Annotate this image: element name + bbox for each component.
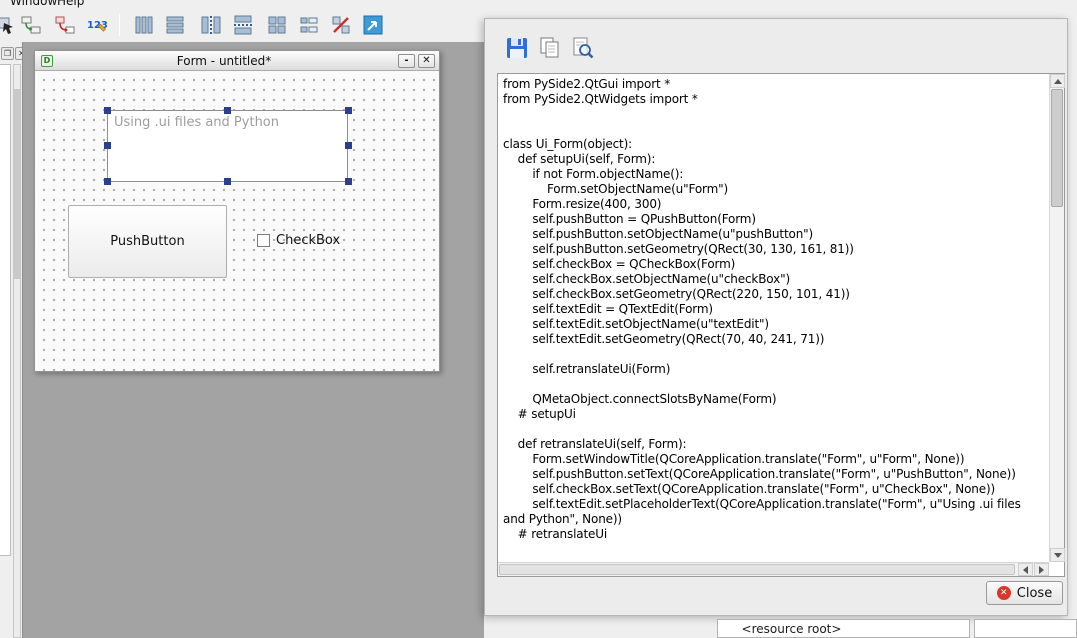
code-view[interactable]: from PySide2.QtGui import *from PySide2.… (497, 73, 1065, 577)
code-horizontal-scrollbar[interactable] (498, 562, 1049, 576)
adjust-size-icon[interactable] (360, 12, 386, 38)
code-line (503, 377, 1047, 392)
code-line (503, 107, 1047, 122)
close-red-icon: ✕ (997, 586, 1011, 600)
code-line: self.textEdit.setPlaceholderText(QCoreAp… (503, 497, 1047, 512)
code-line: and Python", None)) (503, 512, 1047, 527)
resource-browser-panel[interactable]: <resource root> (717, 619, 970, 638)
code-line: from PySide2.QtGui import * (503, 77, 1047, 92)
close-button[interactable]: ✕ Close (986, 581, 1063, 605)
checkbox-label: CheckBox (276, 233, 340, 248)
code-line: Form.setWindowTitle(QCoreApplication.tra… (503, 452, 1047, 467)
form-canvas[interactable]: Using .ui files and Python PushButton Ch… (35, 71, 439, 371)
resource-preview-panel (974, 619, 1077, 638)
pushbutton-label: PushButton (110, 234, 184, 249)
layout-form-icon[interactable] (296, 12, 322, 38)
code-line: self.textEdit.setObjectName(u"textEdit") (503, 317, 1047, 332)
selection-handle[interactable] (345, 142, 352, 149)
edit-buddies-icon[interactable] (52, 12, 78, 38)
layout-horizontal-icon[interactable] (131, 12, 157, 38)
scroll-up-icon[interactable] (1050, 74, 1065, 88)
selection-handle[interactable] (345, 107, 352, 114)
break-layout-icon[interactable] (328, 12, 354, 38)
copy-icon[interactable] (537, 35, 563, 61)
selection-handle[interactable] (104, 178, 111, 185)
scrollbar-thumb[interactable] (499, 564, 1015, 575)
toolbar-separator (119, 14, 120, 36)
mdi-area: D Form - untitled* - ✕ Using .ui files a… (22, 42, 484, 638)
qt-designer-window: Window Help 123 (0, 0, 1077, 638)
pushbutton-widget[interactable]: PushButton (68, 205, 227, 278)
main-toolbar: 123 (0, 9, 484, 42)
code-content[interactable]: from PySide2.QtGui import *from PySide2.… (498, 74, 1049, 562)
form-editor-window[interactable]: D Form - untitled* - ✕ Using .ui files a… (34, 50, 440, 372)
code-line: Form.resize(400, 300) (503, 197, 1047, 212)
code-line: self.checkBox.setObjectName(u"checkBox") (503, 272, 1047, 287)
form-window-icon: D (41, 55, 53, 67)
selection-handle[interactable] (345, 178, 352, 185)
code-line: self.checkBox.setGeometry(QRect(220, 150… (503, 287, 1047, 302)
close-button-label: Close (1017, 586, 1052, 601)
edit-tab-order-icon[interactable]: 123 (84, 12, 110, 38)
edit-widgets-icon[interactable] (0, 12, 17, 38)
code-vertical-scrollbar[interactable] (1049, 74, 1064, 562)
menu-help[interactable]: Help (57, 0, 84, 8)
form-window-title: Form - untitled* (53, 54, 395, 68)
code-line: class Ui_Form(object): (503, 137, 1047, 152)
form-close-button[interactable]: ✕ (418, 54, 435, 68)
scroll-right-icon[interactable] (1034, 563, 1049, 576)
dock-float-button[interactable]: ❐ (1, 47, 14, 60)
layout-horizontal-splitter-icon[interactable] (198, 12, 224, 38)
code-line (503, 347, 1047, 362)
code-line: self.retranslateUi(Form) (503, 362, 1047, 377)
code-line: self.textEdit = QTextEdit(Form) (503, 302, 1047, 317)
checkbox-indicator[interactable] (257, 234, 270, 247)
menu-bar: Window Help (0, 0, 1077, 9)
menu-window[interactable]: Window (10, 0, 57, 8)
edit-signals-slots-icon[interactable] (18, 12, 44, 38)
find-icon[interactable] (570, 35, 596, 61)
textedit-placeholder: Using .ui files and Python (114, 115, 279, 130)
code-line: def setupUi(self, Form): (503, 152, 1047, 167)
code-line: self.checkBox.setText(QCoreApplication.t… (503, 482, 1047, 497)
layout-grid-icon[interactable] (264, 12, 290, 38)
scrollbar-thumb[interactable] (14, 89, 20, 279)
scroll-left-icon[interactable] (1018, 563, 1033, 576)
code-line: self.pushButton.setGeometry(QRect(30, 13… (503, 242, 1047, 257)
code-line: QMetaObject.connectSlotsByName(Form) (503, 392, 1047, 407)
code-line: self.checkBox = QCheckBox(Form) (503, 257, 1047, 272)
form-minimize-button[interactable]: - (398, 54, 415, 68)
code-line: from PySide2.QtWidgets import * (503, 92, 1047, 107)
code-line (503, 422, 1047, 437)
save-icon[interactable] (504, 35, 530, 61)
layout-vertical-splitter-icon[interactable] (230, 12, 256, 38)
code-line: self.pushButton.setObjectName(u"pushButt… (503, 227, 1047, 242)
scrollbar-thumb[interactable] (1051, 89, 1063, 207)
code-line (503, 122, 1047, 137)
checkbox-widget[interactable]: CheckBox (257, 233, 340, 248)
code-line: self.pushButton.setText(QCoreApplication… (503, 467, 1047, 482)
layout-vertical-icon[interactable] (162, 12, 188, 38)
code-line: if not Form.objectName(): (503, 167, 1047, 182)
selection-handle[interactable] (224, 178, 231, 185)
code-line: # retranslateUi (503, 527, 1047, 542)
code-line: self.pushButton = QPushButton(Form) (503, 212, 1047, 227)
code-line: Form.setObjectName(u"Form") (503, 182, 1047, 197)
form-window-titlebar[interactable]: D Form - untitled* - ✕ (35, 51, 439, 71)
selection-handle[interactable] (224, 107, 231, 114)
textedit-widget[interactable]: Using .ui files and Python (107, 110, 348, 182)
selection-handle[interactable] (104, 107, 111, 114)
scroll-down-icon[interactable] (1050, 548, 1065, 562)
code-line: self.textEdit.setGeometry(QRect(70, 40, … (503, 332, 1047, 347)
widget-box-panel (0, 64, 11, 556)
code-preview-dialog: from PySide2.QtGui import *from PySide2.… (484, 18, 1068, 616)
code-line: def retranslateUi(self, Form): (503, 437, 1047, 452)
widget-box-scrollbar[interactable] (13, 64, 21, 638)
resource-root-label: <resource root> (718, 620, 969, 636)
selection-handle[interactable] (104, 142, 111, 149)
code-line: # setupUi (503, 407, 1047, 422)
